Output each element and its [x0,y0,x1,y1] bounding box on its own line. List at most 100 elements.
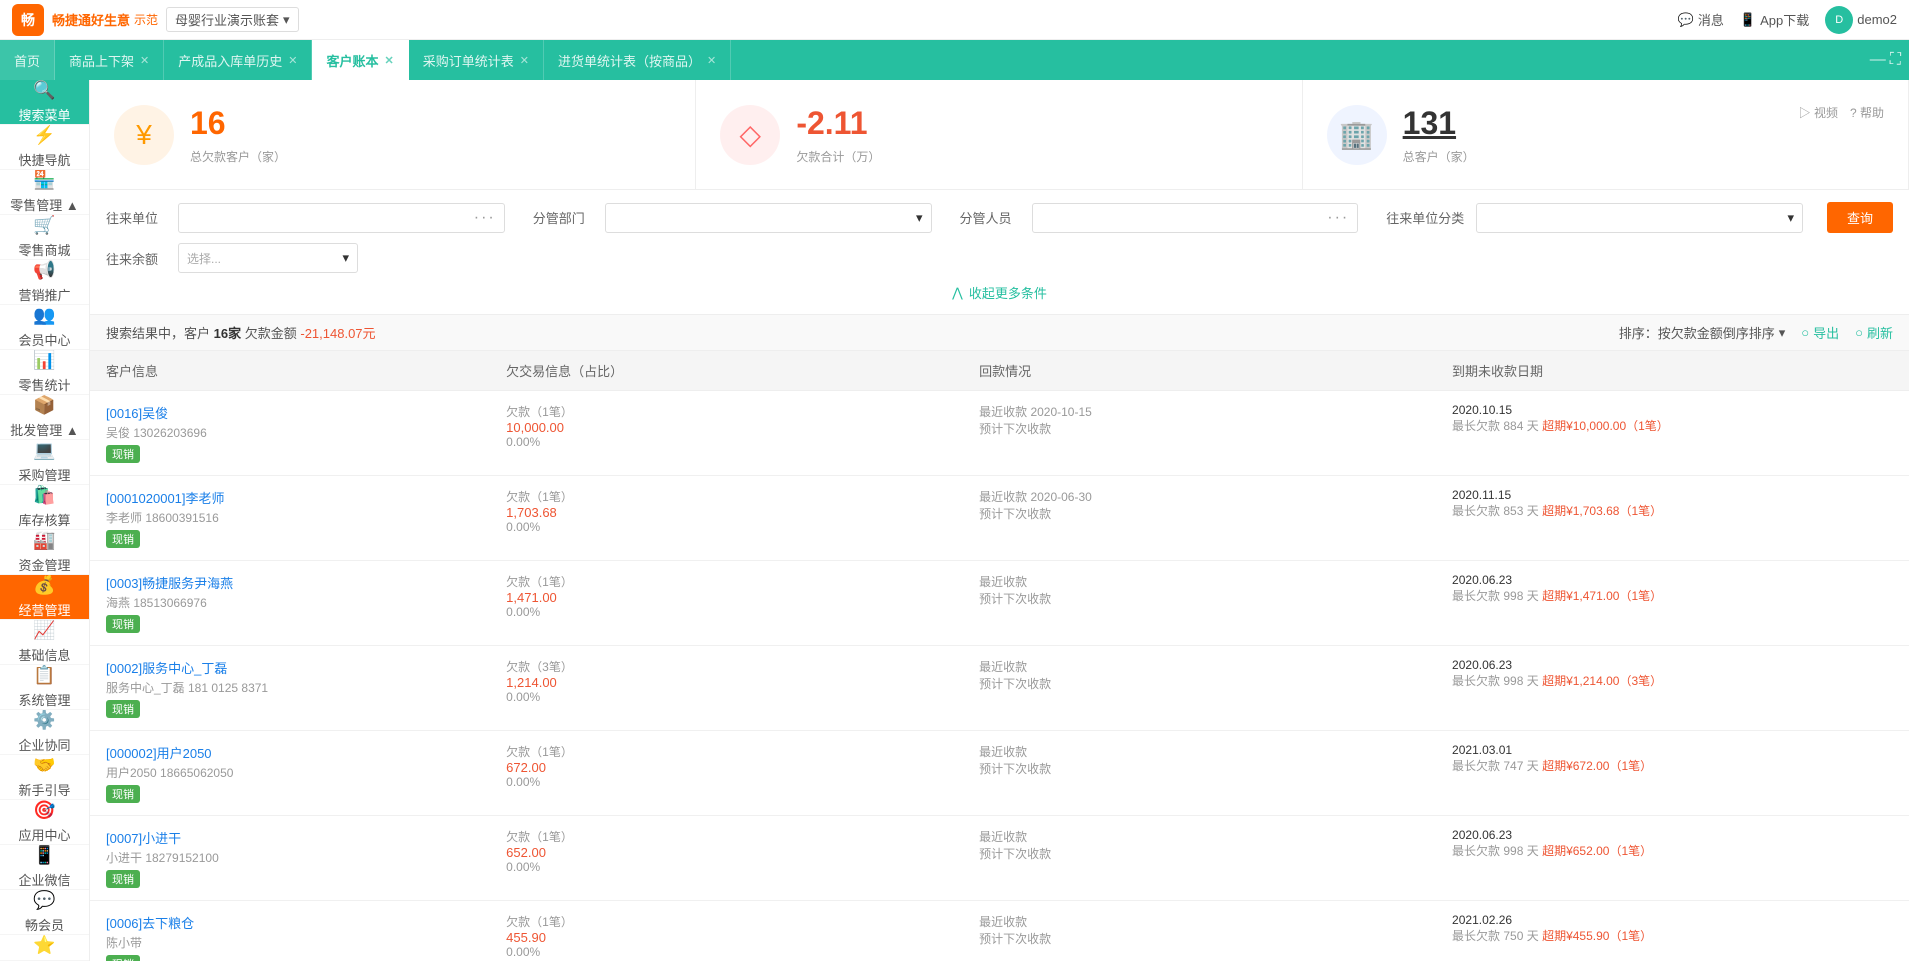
app-download-btn[interactable]: 📱 App下载 [1740,10,1809,29]
customer-name-link[interactable]: [0016]吴俊 [106,403,474,422]
table-row: [0001020001]李老师 李老师 18600391516 现销 欠款（1笔… [90,476,1909,561]
overdue-link[interactable]: 超期¥455.90（1笔） [1542,929,1652,943]
tab-close-icon[interactable]: ✕ [140,54,149,67]
overdue-link[interactable]: 超期¥652.00（1笔） [1542,844,1652,858]
filter-row-1: 往来单位 ··· 分管部门 ▾ 分管人员 ··· 往来单位分类 [106,202,1893,233]
source-unit-input[interactable]: ··· [178,203,505,233]
customer-cell: [0003]畅捷服务尹海燕 海燕 18513066976 现销 [90,561,490,646]
source-category-select[interactable]: ▾ [1476,203,1803,233]
balance-select[interactable]: 选择... ▾ [178,243,358,273]
sidebar-item-finance[interactable]: 💰 经营管理 [0,575,89,620]
company-selector[interactable]: 母婴行业演示账套 ▾ [166,7,299,32]
customer-name-link[interactable]: [0002]服务中心_丁磊 [106,658,474,677]
tab-home[interactable]: 首页 [0,40,55,80]
tab-goods-stat[interactable]: 进货单统计表（按商品） ✕ [544,40,731,80]
retail-mgmt-icon: 🏪 [33,170,55,191]
sidebar-item-app-center[interactable]: 📱 企业微信 [0,845,89,890]
overdue-link[interactable]: 超期¥1,471.00（1笔） [1542,589,1662,603]
help-btn[interactable]: ? 帮助 [1850,104,1884,121]
customer-tag: 现销 [106,870,140,888]
ecom-icon: 💻 [33,440,55,461]
search-button[interactable]: 查询 [1827,202,1893,233]
sidebar-item-system-mgmt[interactable]: ⚙️ 企业协同 [0,710,89,755]
sidebar-item-enterprise[interactable]: 🤝 新手引导 [0,755,89,800]
debt-amount: 1,703.68 [506,505,947,520]
customer-name-link[interactable]: [0007]小进干 [106,828,474,847]
sidebar-item-marketing[interactable]: 📢 营销推广 [0,260,89,305]
video-btn[interactable]: ▷ 视频 [1799,104,1838,121]
tab-product-history[interactable]: 产成品入库单历史 ✕ [164,40,312,80]
sidebar-item-retail-stat[interactable]: 📊 零售统计 [0,350,89,395]
collapse-btn[interactable]: ⋀ 收起更多条件 [106,283,1893,302]
repay-latest: 最近收款 [979,828,1420,845]
customer-contact: 服务中心_丁磊 181 0125 8371 [106,679,474,696]
minimize-icon[interactable]: — [1870,51,1886,69]
due-days: 最长欠款 998 天 超期¥652.00（1笔） [1452,842,1893,859]
system-icon: ⚙️ [33,710,55,731]
customer-name-link[interactable]: [0006]去下粮仓 [106,913,474,932]
tab-close-icon[interactable]: ✕ [707,54,716,67]
due-date: 2020.11.15 [1452,488,1893,502]
repay-latest: 最近收款 2020-06-30 [979,488,1420,505]
customer-name-link[interactable]: [0003]畅捷服务尹海燕 [106,573,474,592]
sidebar-item-business-mgmt[interactable]: 📈 基础信息 [0,620,89,665]
overdue-link[interactable]: 超期¥1,214.00（3笔） [1542,674,1662,688]
customer-name-link[interactable]: [000002]用户2050 [106,743,474,762]
customer-contact: 小进干 18279152100 [106,849,474,866]
tab-product-shelf[interactable]: 商品上下架 ✕ [55,40,164,80]
customer-contact: 海燕 18513066976 [106,594,474,611]
debt-amount: 455.90 [506,930,947,945]
sidebar-item-corp-wechat[interactable]: 💬 畅会员 [0,890,89,935]
sidebar-item-member-center[interactable]: 👥 会员中心 [0,305,89,350]
refresh-button[interactable]: ○ 刷新 [1855,323,1893,342]
customer-contact: 陈小带 [106,934,474,951]
tab-home-label: 首页 [14,51,40,70]
person-input[interactable]: ··· [1032,203,1359,233]
sidebar-item-retail-mgmt[interactable]: 🏪 零售管理 ▲ [0,170,89,215]
stat-card-total-customers: 🏢 131 总客户（家） ▷ 视频 ? 帮助 [1303,80,1909,189]
sidebar-item-inventory[interactable]: 🏭 资金管理 [0,530,89,575]
overdue-link[interactable]: 超期¥672.00（1笔） [1542,759,1652,773]
sidebar-item-batch-mgmt[interactable]: 📦 批发管理 ▲ [0,395,89,440]
sidebar-item-label: 营销推广 [18,285,70,304]
overdue-link[interactable]: 超期¥1,703.68（1笔） [1542,504,1662,518]
sidebar-item-newbie[interactable]: 🎯 应用中心 [0,800,89,845]
tab-purchase-order[interactable]: 采购订单统计表 ✕ [409,40,544,80]
person-more-icon[interactable]: ··· [1327,209,1349,227]
customer-name-link[interactable]: [0001020001]李老师 [106,488,474,507]
customer-tag: 现销 [106,615,140,633]
sidebar-item-purchase-mgmt[interactable]: 🛍️ 库存核算 [0,485,89,530]
user-profile[interactable]: D demo2 [1825,6,1897,34]
repay-next: 预计下次收款 [979,420,1420,437]
repay-latest: 最近收款 [979,743,1420,760]
maximize-icon[interactable]: ⛶ [1890,51,1901,69]
sidebar-item-retail-mall[interactable]: 🛒 零售商城 [0,215,89,260]
sidebar-item-vip[interactable]: ⭐ [0,935,89,961]
sidebar-item-basic-info[interactable]: 📋 系统管理 [0,665,89,710]
stat-label-owed-customers: 总欠款客户（家） [190,148,286,165]
export-button[interactable]: ○ 导出 [1801,323,1839,342]
chevron-down-icon: ▾ [916,210,923,226]
customer-contact: 用户2050 18665062050 [106,764,474,781]
table-header-row: 客户信息 欠交易信息（占比） 回款情况 到期未收款日期 [90,351,1909,391]
debt-amount: 1,471.00 [506,590,947,605]
overdue-link[interactable]: 超期¥10,000.00（1笔） [1542,419,1669,433]
sidebar-item-label: 会员中心 [18,330,70,349]
col-due-date: 到期未收款日期 [1436,351,1909,391]
source-unit-more-icon[interactable]: ··· [474,209,496,227]
tab-customer-account[interactable]: 客户账本 ✕ [312,40,408,80]
customer-cell: [000002]用户2050 用户2050 18665062050 现销 [90,731,490,816]
stat-icon-diamond: ◇ [720,105,780,165]
top-right-area: 💬 消息 📱 App下载 D demo2 [1678,6,1897,34]
tab-close-icon[interactable]: ✕ [520,54,529,67]
sidebar-item-quick-nav[interactable]: ⚡ 快捷导航 [0,125,89,170]
dept-select[interactable]: ▾ [605,203,932,233]
message-btn[interactable]: 💬 消息 [1678,10,1724,29]
sidebar-search[interactable]: 🔍 搜索菜单 [0,80,89,125]
sidebar-item-ecom-mgmt[interactable]: 💻 采购管理 [0,440,89,485]
col-debt-info: 欠交易信息（占比） [490,351,963,391]
sort-selector[interactable]: 排序：按欠款金额倒序排序 ▾ [1619,323,1786,342]
customer-cell: [0006]去下粮仓 陈小带 现销 [90,901,490,961]
tab-close-icon[interactable]: ✕ [288,54,297,67]
tab-close-icon[interactable]: ✕ [385,54,394,67]
